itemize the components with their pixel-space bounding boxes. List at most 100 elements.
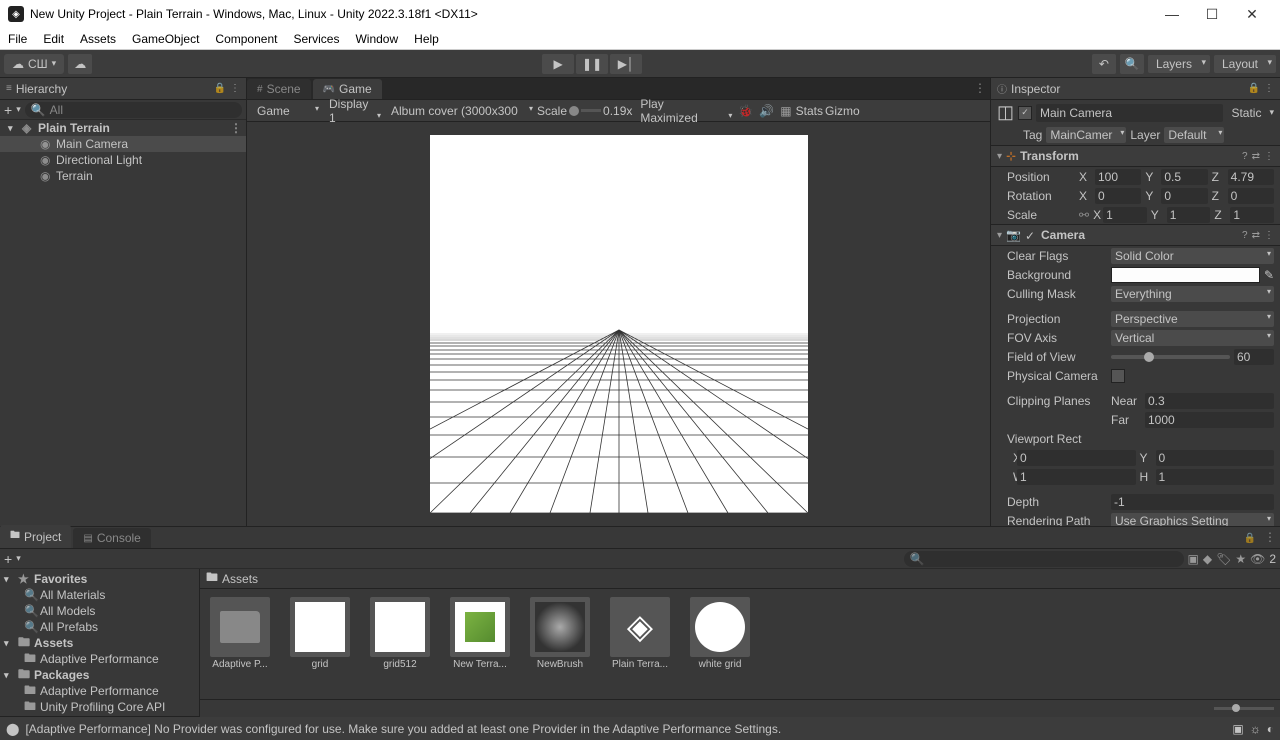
menu-icon[interactable]: ⋮ (1260, 526, 1280, 548)
depth-field[interactable]: -1 (1111, 494, 1274, 510)
asset-item[interactable]: ◈Plain Terra... (608, 597, 672, 670)
asset-item[interactable]: New Terra... (448, 597, 512, 670)
viewport-x-field[interactable]: 0 (1017, 450, 1136, 466)
asset-item[interactable]: grid (288, 597, 352, 670)
hierarchy-item[interactable]: ◉Main Camera (0, 136, 246, 152)
layout-dropdown[interactable]: Layout (1214, 55, 1276, 73)
fov-slider[interactable] (1111, 355, 1230, 359)
thumbnail-size-slider[interactable] (1214, 707, 1274, 710)
lock-icon[interactable]: 🔒 (214, 83, 226, 94)
menu-icon[interactable]: ⋮ (1264, 230, 1274, 241)
menu-help[interactable]: Help (414, 32, 439, 46)
hierarchy-item[interactable]: ◉Directional Light (0, 152, 246, 168)
menu-icon[interactable]: ⋮ (230, 83, 240, 94)
viewport-w-field[interactable]: 1 (1017, 469, 1136, 485)
far-clip-field[interactable]: 1000 (1145, 412, 1274, 428)
tab-scene[interactable]: #Scene (247, 79, 311, 99)
tab-console[interactable]: ▤Console (73, 528, 150, 548)
tree-item[interactable]: 🔍All Materials (0, 587, 199, 603)
search-button[interactable]: 🔍 (1120, 54, 1144, 74)
asset-item[interactable]: NewBrush (528, 597, 592, 670)
hierarchy-item[interactable]: ◉Terrain (0, 168, 246, 184)
filter-icon[interactable]: ▣ (1188, 552, 1199, 566)
project-breadcrumb[interactable]: 🖿Assets (200, 569, 1280, 589)
rotation-z-field[interactable]: 0 (1228, 188, 1274, 204)
stats-button[interactable]: Stats (796, 104, 823, 118)
projection-dropdown[interactable]: Perspective (1111, 311, 1274, 327)
step-button[interactable]: ▶│ (610, 54, 642, 74)
position-y-field[interactable]: 0.5 (1161, 169, 1207, 185)
tag-dropdown[interactable]: MainCamer (1046, 127, 1126, 143)
viewport-h-field[interactable]: 1 (1156, 469, 1275, 485)
chevron-down-icon[interactable]: ▾ (16, 104, 21, 115)
game-viewport[interactable] (247, 122, 990, 526)
tab-project[interactable]: 🖿Project (0, 525, 71, 548)
minimize-button[interactable]: — (1152, 0, 1192, 28)
menu-services[interactable]: Services (293, 32, 339, 46)
clear-flags-dropdown[interactable]: Solid Color (1111, 248, 1274, 264)
bug-icon[interactable]: 🐞 (738, 104, 753, 118)
asset-item[interactable]: white grid (688, 597, 752, 670)
transform-header[interactable]: ▾⊹ Transform ? ⇄ ⋮ (991, 145, 1280, 167)
chevron-down-icon[interactable]: ▾ (16, 553, 21, 564)
game-mode-dropdown[interactable]: Game (251, 102, 321, 120)
play-button[interactable]: ▶ (542, 54, 574, 74)
camera-header[interactable]: ▾📷 ✓ Camera ? ⇄ ⋮ (991, 224, 1280, 246)
fov-axis-dropdown[interactable]: Vertical (1111, 330, 1274, 346)
culling-mask-dropdown[interactable]: Everything (1111, 286, 1274, 302)
audio-icon[interactable]: 🔊 (759, 104, 774, 118)
menu-icon[interactable]: ⋮ (1264, 83, 1274, 94)
menu-assets[interactable]: Assets (80, 32, 116, 46)
menu-component[interactable]: Component (215, 32, 277, 46)
tree-item[interactable]: 🔍All Models (0, 603, 199, 619)
active-checkbox[interactable]: ✓ (1018, 106, 1032, 120)
eyedropper-icon[interactable]: ✎ (1264, 268, 1274, 282)
help-icon[interactable]: ? (1242, 151, 1248, 162)
preset-icon[interactable]: ⇄ (1252, 151, 1260, 162)
rotation-x-field[interactable]: 0 (1095, 188, 1141, 204)
layout-icon[interactable]: ☼ (1250, 722, 1261, 736)
status-icon[interactable]: ▣ (1232, 722, 1243, 736)
physical-camera-checkbox[interactable] (1111, 369, 1125, 383)
project-search[interactable]: 🔍 (904, 551, 1184, 567)
scale-slider[interactable] (569, 106, 579, 116)
hierarchy-search[interactable]: 🔍All (25, 102, 242, 118)
undo-history-button[interactable]: ↶ (1092, 54, 1116, 74)
menu-edit[interactable]: Edit (43, 32, 64, 46)
filter-type-icon[interactable]: ◆ (1203, 552, 1212, 566)
tree-item[interactable]: 🖿Unity Profiling Core API (0, 699, 199, 715)
maximize-button[interactable]: ☐ (1192, 0, 1232, 28)
asset-item[interactable]: Adaptive P... (208, 597, 272, 670)
menu-icon[interactable]: ⋮ (970, 77, 990, 99)
stats-icon[interactable]: ▦ (780, 104, 791, 118)
aspect-dropdown[interactable]: Album cover (3000x300 (385, 102, 535, 120)
layer-dropdown[interactable]: Default (1164, 127, 1224, 143)
viewport-y-field[interactable]: 0 (1156, 450, 1275, 466)
rotation-y-field[interactable]: 0 (1161, 188, 1207, 204)
menu-icon[interactable]: ⋮ (1264, 151, 1274, 162)
preset-icon[interactable]: ⇄ (1252, 230, 1260, 241)
pause-button[interactable]: ❚❚ (576, 54, 608, 74)
menu-gameobject[interactable]: GameObject (132, 32, 199, 46)
progress-icon[interactable]: ◐ (1267, 722, 1274, 736)
chevron-down-icon[interactable]: ▾ (1269, 107, 1274, 118)
scene-root[interactable]: ▾◈ Plain Terrain ⋮ (0, 120, 246, 136)
gizmos-button[interactable]: Gizmo (825, 104, 860, 118)
background-color-field[interactable] (1111, 267, 1260, 283)
lock-icon[interactable]: 🔒 (1240, 529, 1260, 548)
account-dropdown[interactable]: ☁ СШ ▾ (4, 54, 64, 74)
position-x-field[interactable]: 100 (1095, 169, 1141, 185)
layers-dropdown[interactable]: Layers (1148, 55, 1210, 73)
menu-icon[interactable]: ⋮ (230, 121, 242, 135)
menu-window[interactable]: Window (355, 32, 398, 46)
position-z-field[interactable]: 4.79 (1228, 169, 1274, 185)
scale-z-field[interactable]: 1 (1230, 207, 1274, 223)
near-clip-field[interactable]: 0.3 (1145, 393, 1274, 409)
tree-favorites[interactable]: ▾★Favorites (0, 571, 199, 587)
asset-item[interactable]: grid512 (368, 597, 432, 670)
add-button[interactable]: + (4, 551, 12, 567)
lock-icon[interactable]: 🔒 (1248, 83, 1260, 94)
camera-enabled-checkbox[interactable]: ✓ (1025, 229, 1037, 241)
scale-y-field[interactable]: 1 (1167, 207, 1211, 223)
object-name-field[interactable]: Main Camera (1036, 104, 1223, 122)
